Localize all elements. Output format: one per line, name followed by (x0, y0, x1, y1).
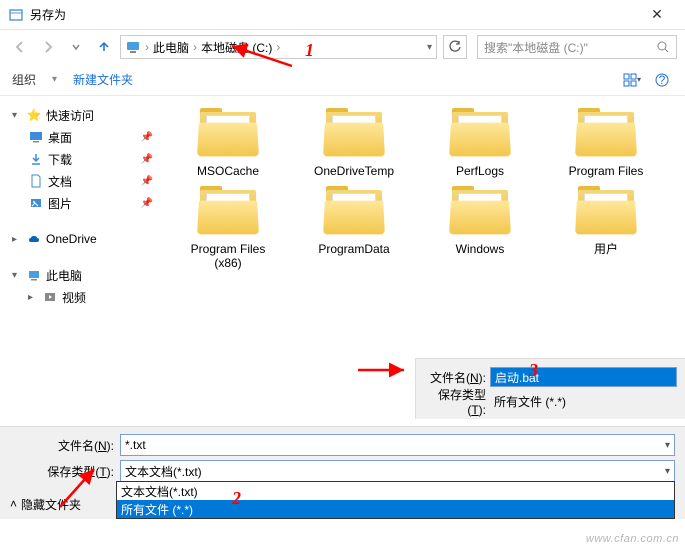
folder-label: PerfLogs (456, 164, 504, 178)
filetype-label: 保存类型(T): (424, 386, 486, 417)
pc-icon (125, 39, 141, 55)
chevron-right-icon: › (145, 40, 149, 54)
folder-label: Windows (456, 242, 505, 256)
chevron-right-icon: › (276, 40, 280, 54)
nav-bar: › 此电脑 › 本地磁盘 (C:) › ▾ 搜索"本地磁盘 (C:)" (0, 30, 685, 64)
pin-icon: 📌 (141, 198, 161, 209)
sidebar-quick-access[interactable]: ▾⭐快速访问 (4, 104, 161, 126)
folder-item[interactable]: PerfLogs (425, 108, 535, 178)
bottom-panel: 文件名(N): *.txt▾ 保存类型(T): 文本文档(*.txt)▾ 文本文… (0, 426, 685, 489)
dropdown-option[interactable]: 所有文件 (*.*) (117, 500, 674, 518)
sidebar-pictures[interactable]: 图片📌 (4, 192, 161, 214)
filetype-dropdown[interactable]: 文本文档(*.txt) 所有文件 (*.*) (116, 481, 675, 519)
title-bar: 另存为 ✕ (0, 0, 685, 30)
chevron-down-icon: ▾ (665, 440, 670, 451)
filetype-combo[interactable]: 文本文档(*.txt)▾ (120, 460, 675, 482)
folder-item[interactable]: Program Files (x86) (173, 186, 283, 270)
back-button[interactable] (8, 35, 32, 59)
sidebar-videos[interactable]: ▸视频 (4, 286, 161, 308)
search-input[interactable]: 搜索"本地磁盘 (C:)" (477, 35, 677, 59)
folder-label: MSOCache (197, 164, 259, 178)
folder-item[interactable]: 用户 (551, 186, 661, 270)
folder-item[interactable]: Windows (425, 186, 535, 270)
folder-icon (574, 108, 638, 160)
filename-label: 文件名(N): (10, 437, 120, 454)
hide-folders-toggle[interactable]: ˄ 隐藏文件夹 (10, 496, 81, 513)
sidebar-downloads[interactable]: 下载📌 (4, 148, 161, 170)
video-icon (42, 289, 58, 305)
toolbar: 组织 ▾ 新建文件夹 ▾ ? (0, 64, 685, 96)
folder-item[interactable]: Program Files (551, 108, 661, 178)
search-icon (656, 40, 670, 54)
forward-button[interactable] (36, 35, 60, 59)
chevron-up-icon: ˄ (10, 497, 17, 511)
pc-icon (26, 267, 42, 283)
desktop-icon (28, 129, 44, 145)
folder-icon (196, 108, 260, 160)
filename-input[interactable] (490, 367, 677, 387)
folder-icon (322, 108, 386, 160)
up-button[interactable] (92, 35, 116, 59)
sidebar-documents[interactable]: 文档📌 (4, 170, 161, 192)
breadcrumb-pc[interactable]: 此电脑 (153, 39, 189, 56)
file-list[interactable]: MSOCache OneDriveTemp PerfLogs Program File… (165, 96, 685, 426)
search-placeholder: 搜索"本地磁盘 (C:)" (484, 39, 656, 56)
folder-icon (322, 186, 386, 238)
dialog-body: ▾⭐快速访问 桌面📌 下载📌 文档📌 图片📌 ▸OneDrive ▾此电脑 ▸视… (0, 96, 685, 426)
folder-label: 用户 (594, 242, 618, 256)
folder-label: OneDriveTemp (314, 164, 394, 178)
close-button[interactable]: ✕ (637, 6, 677, 23)
filename-combo[interactable]: *.txt▾ (120, 434, 675, 456)
folder-label: ProgramData (318, 242, 389, 256)
folder-icon (448, 186, 512, 238)
pin-icon: 📌 (141, 132, 161, 143)
folder-item[interactable]: OneDriveTemp (299, 108, 409, 178)
folder-item[interactable]: ProgramData (299, 186, 409, 270)
folder-icon (448, 108, 512, 160)
dropdown-option[interactable]: 文本文档(*.txt) (117, 482, 674, 500)
sidebar: ▾⭐快速访问 桌面📌 下载📌 文档📌 图片📌 ▸OneDrive ▾此电脑 ▸视… (0, 96, 165, 426)
chevron-down-icon: ▾ (665, 466, 670, 477)
filetype-label: 保存类型(T): (10, 463, 120, 480)
pin-icon: 📌 (141, 154, 161, 165)
inner-save-panel: 文件名(N): 保存类型(T): 所有文件 (*.*) (415, 358, 685, 419)
new-folder-button[interactable]: 新建文件夹 (73, 71, 133, 88)
app-icon (8, 7, 24, 23)
cloud-icon (26, 231, 42, 247)
sidebar-onedrive[interactable]: ▸OneDrive (4, 228, 161, 250)
chevron-down-icon: ▾ (52, 74, 57, 85)
help-button[interactable]: ? (651, 69, 673, 91)
folder-label: Program Files (x86) (178, 242, 278, 270)
recent-dropdown[interactable] (64, 35, 88, 59)
address-dropdown-icon[interactable]: ▾ (427, 42, 432, 53)
window-title: 另存为 (30, 6, 637, 23)
chevron-right-icon: › (193, 40, 197, 54)
star-icon: ⭐ (26, 107, 42, 123)
filename-label: 文件名(N): (424, 369, 486, 386)
svg-text:?: ? (659, 73, 666, 87)
picture-icon (28, 195, 44, 211)
view-options-button[interactable]: ▾ (621, 69, 643, 91)
download-icon (28, 151, 44, 167)
watermark: www.cfan.com.cn (586, 533, 679, 545)
folder-icon (574, 186, 638, 238)
address-bar[interactable]: › 此电脑 › 本地磁盘 (C:) › ▾ (120, 35, 437, 59)
folder-item[interactable]: MSOCache (173, 108, 283, 178)
document-icon (28, 173, 44, 189)
sidebar-desktop[interactable]: 桌面📌 (4, 126, 161, 148)
folder-icon (196, 186, 260, 238)
refresh-button[interactable] (443, 35, 467, 59)
sidebar-thispc[interactable]: ▾此电脑 (4, 264, 161, 286)
filetype-value[interactable]: 所有文件 (*.*) (490, 393, 677, 410)
folder-label: Program Files (569, 164, 644, 178)
breadcrumb-drive[interactable]: 本地磁盘 (C:) (201, 39, 272, 56)
organize-menu[interactable]: 组织 (12, 71, 36, 88)
pin-icon: 📌 (141, 176, 161, 187)
